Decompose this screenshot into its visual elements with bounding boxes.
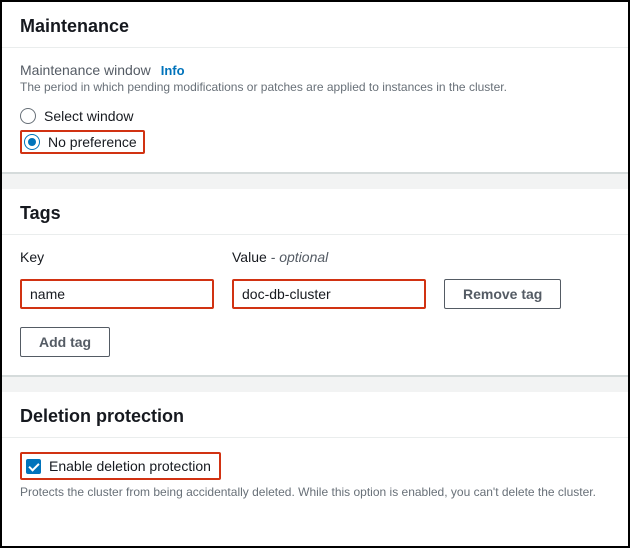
radio-icon xyxy=(20,108,36,124)
maintenance-header: Maintenance xyxy=(2,2,628,47)
radio-no-preference[interactable]: No preference xyxy=(24,134,137,150)
enable-deletion-protection-label: Enable deletion protection xyxy=(49,458,211,474)
deletion-body: Enable deletion protection Protects the … xyxy=(2,438,628,509)
maintenance-panel: Maintenance Maintenance window Info The … xyxy=(2,2,628,173)
radio-no-preference-label: No preference xyxy=(48,134,137,150)
add-tag-button[interactable]: Add tag xyxy=(20,327,110,357)
tags-panel: Tags Key Value - optional Remove tag xyxy=(2,189,628,376)
remove-tag-button[interactable]: Remove tag xyxy=(444,279,561,309)
deletion-header: Deletion protection xyxy=(2,392,628,437)
add-tag-row: Add tag xyxy=(20,327,610,357)
deletion-description: Protects the cluster from being accident… xyxy=(20,484,610,501)
maintenance-window-label: Maintenance window xyxy=(20,62,151,78)
deletion-title: Deletion protection xyxy=(20,406,610,427)
tag-key-input[interactable] xyxy=(22,281,212,307)
radio-select-window-label: Select window xyxy=(44,108,134,124)
enable-deletion-protection-checkbox[interactable]: Enable deletion protection xyxy=(26,458,211,474)
deletion-panel: Deletion protection Enable deletion prot… xyxy=(2,392,628,509)
tag-key-column: Key xyxy=(20,249,214,309)
maintenance-body: Maintenance window Info The period in wh… xyxy=(2,48,628,172)
radio-select-window[interactable]: Select window xyxy=(20,104,610,128)
tag-key-label: Key xyxy=(20,249,214,265)
maintenance-window-description: The period in which pending modification… xyxy=(20,80,610,94)
tag-row: Key Value - optional Remove tag xyxy=(20,249,610,309)
info-link[interactable]: Info xyxy=(161,63,185,78)
tag-key-highlight xyxy=(20,279,214,309)
tag-value-label: Value - optional xyxy=(232,249,426,265)
tag-remove-column: Remove tag xyxy=(444,259,561,309)
tags-header: Tags xyxy=(2,189,628,234)
tag-value-highlight xyxy=(232,279,426,309)
radio-icon xyxy=(24,134,40,150)
checkbox-icon xyxy=(26,459,41,474)
tags-body: Key Value - optional Remove tag Add tag xyxy=(2,235,628,375)
maintenance-title: Maintenance xyxy=(20,16,610,37)
tag-value-column: Value - optional xyxy=(232,249,426,309)
maintenance-window-label-row: Maintenance window Info xyxy=(20,62,610,78)
deletion-checkbox-highlight: Enable deletion protection xyxy=(20,452,221,480)
radio-no-preference-highlight: No preference xyxy=(20,130,145,154)
tag-value-input[interactable] xyxy=(234,281,424,307)
tags-title: Tags xyxy=(20,203,610,224)
